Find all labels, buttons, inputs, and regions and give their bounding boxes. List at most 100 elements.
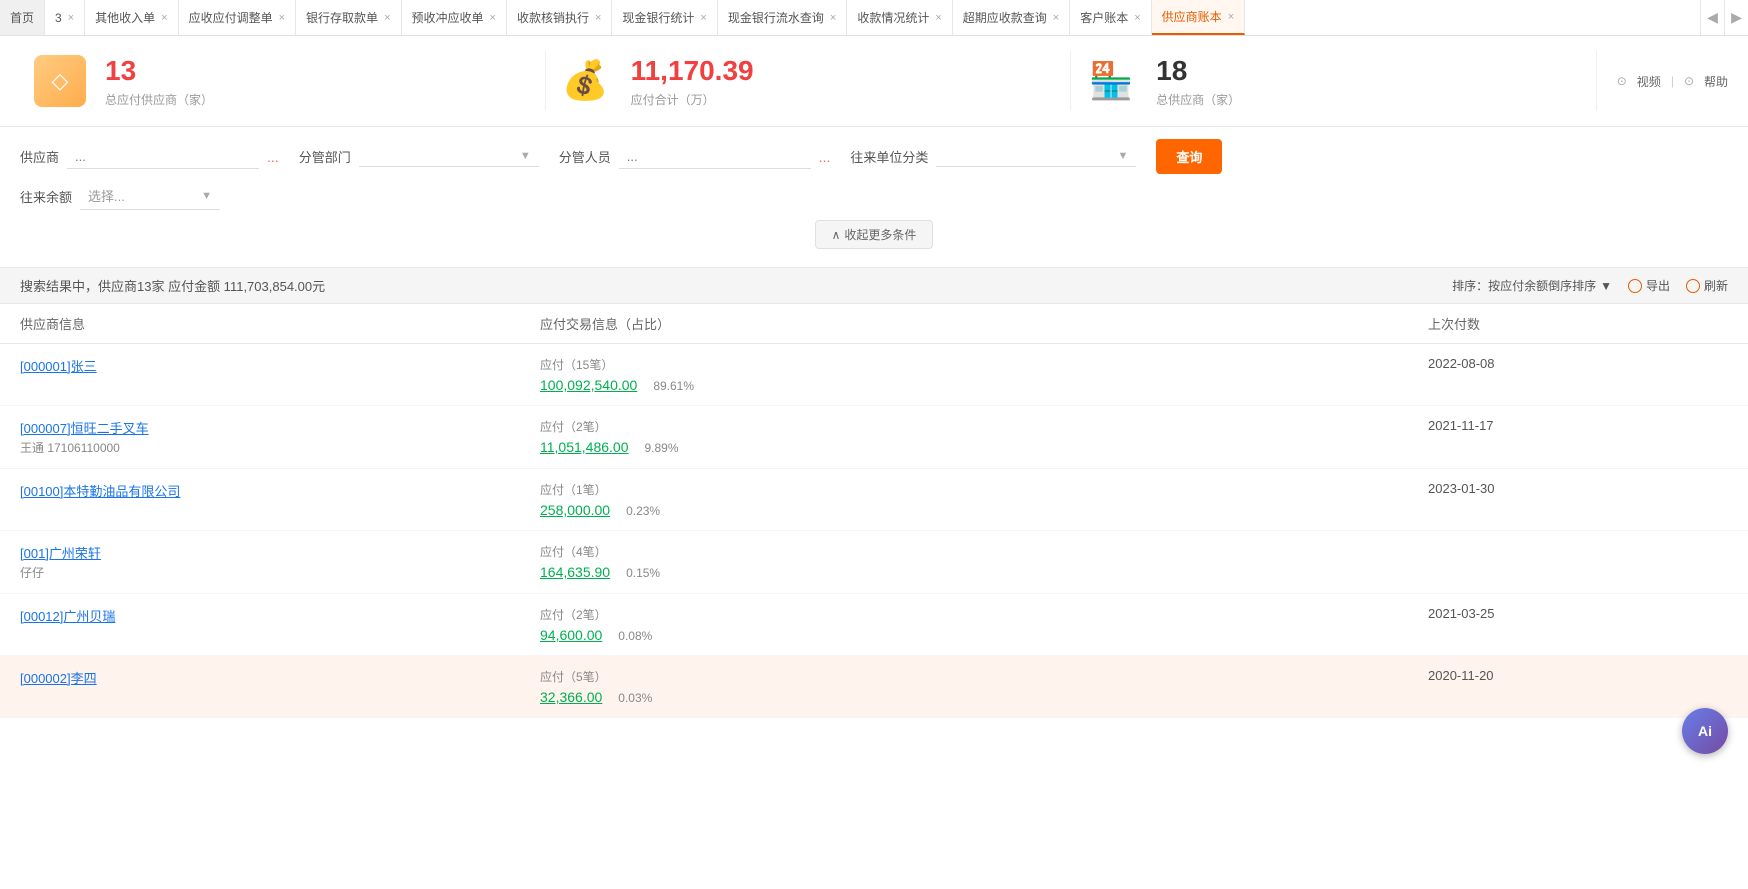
filter-balance: 往来余额 选择... ▼ (20, 182, 220, 210)
nav-cash-bank-flow[interactable]: 现金银行流水查询 × (718, 0, 847, 35)
nav-customer-ledger[interactable]: 客户账本 × (1070, 0, 1151, 35)
person-filter-label: 分管人员 (559, 147, 611, 166)
nav-arrow-left[interactable]: ◀ (1700, 0, 1724, 36)
nav-supplier-ledger-close[interactable]: × (1228, 11, 1234, 23)
nav-overdue-ar[interactable]: 超期应收款查询 × (953, 0, 1070, 35)
nav-tab-3-close[interactable]: × (68, 12, 74, 24)
supplier-sub-2: 王通 17106110000 (20, 439, 540, 456)
supplier-link-1[interactable]: [000001]张三 (20, 359, 97, 374)
supplier-link-4[interactable]: [001]广州荣轩 (20, 546, 101, 561)
help-link[interactable]: 帮助 (1704, 73, 1728, 90)
nav-arrow-right[interactable]: ▶ (1724, 0, 1748, 36)
nav-bank-deposit-close[interactable]: × (384, 12, 390, 24)
total-suppliers-label: 总供应商（家） (1156, 91, 1566, 108)
dept-select-arrow-icon: ▼ (520, 150, 531, 162)
collapse-icon: ∧ (832, 228, 841, 242)
nav-other-income-close[interactable]: × (161, 12, 167, 24)
tx-amount-2[interactable]: 11,051,486.00 (540, 439, 629, 455)
nav-bank-deposit[interactable]: 银行存取款单 × (296, 0, 401, 35)
balance-select-text: 选择... (88, 186, 201, 205)
summary-card-total-suppliers: 🏪 18 总供应商（家） (1071, 51, 1597, 111)
video-link[interactable]: 视频 (1637, 73, 1661, 90)
nav-tab-3[interactable]: 3 × (45, 0, 85, 35)
nav-prepay-offset[interactable]: 预收冲应收单 × (402, 0, 507, 35)
lastpay-cell-2: 2021-11-17 (1428, 418, 1728, 433)
money-icon: 💰 (560, 55, 612, 107)
tx-label-4: 应付（4笔） (540, 543, 1428, 560)
nav-cash-bank-flow-close[interactable]: × (830, 12, 836, 24)
nav-supplier-ledger[interactable]: 供应商账本 × (1152, 0, 1245, 35)
supplier-cell-1: [000001]张三 (20, 356, 540, 375)
nav-customer-ledger-label: 客户账本 (1080, 9, 1128, 26)
transaction-cell-3: 应付（1笔） 258,000.00 0.23% (540, 481, 1428, 518)
nav-cash-bank-stat[interactable]: 现金银行统计 × (612, 0, 717, 35)
tx-amount-3[interactable]: 258,000.00 (540, 502, 610, 518)
supplier-filter-more[interactable]: ... (267, 149, 279, 165)
query-button[interactable]: 查询 (1156, 139, 1222, 174)
payable-suppliers-label: 总应付供应商（家） (105, 91, 515, 108)
top-right-links: ⊙ 视频 | ⊙ 帮助 (1597, 73, 1728, 90)
nav-ar-ap-adjust[interactable]: 应收应付调整单 × (179, 0, 296, 35)
nav-receipt-stat-close[interactable]: × (935, 12, 941, 24)
nav-receipt-verify-close[interactable]: × (595, 12, 601, 24)
dept-filter-label: 分管部门 (299, 147, 351, 166)
tx-percent-2: 9.89% (645, 441, 679, 455)
links-divider: | (1671, 74, 1674, 88)
supplier-cell-4: [001]广州荣轩 仔仔 (20, 543, 540, 581)
supplier-link-3[interactable]: [00100]本特勤油品有限公司 (20, 484, 180, 499)
filter-row-2: 往来余额 选择... ▼ (20, 182, 1728, 210)
help-icon: ⊙ (1684, 74, 1694, 88)
nav-overdue-ar-close[interactable]: × (1053, 12, 1059, 24)
person-filter-more[interactable]: ... (819, 149, 831, 165)
tx-amount-5[interactable]: 94,600.00 (540, 627, 602, 643)
refresh-button[interactable]: 刷新 (1686, 277, 1728, 294)
export-button[interactable]: 导出 (1628, 277, 1670, 294)
nav-receipt-verify[interactable]: 收款核销执行 × (507, 0, 612, 35)
tx-label-6: 应付（5笔） (540, 668, 1428, 685)
nav-customer-ledger-close[interactable]: × (1134, 12, 1140, 24)
lastpay-cell-3: 2023-01-30 (1428, 481, 1728, 496)
ai-button[interactable]: Ai (1682, 708, 1728, 754)
payable-suppliers-info: 13 总应付供应商（家） (105, 54, 515, 109)
table-row: [00100]本特勤油品有限公司 应付（1笔） 258,000.00 0.23%… (0, 469, 1748, 531)
supplier-link-2[interactable]: [000007]恒旺二手叉车 (20, 421, 149, 436)
ai-label: Ai (1698, 723, 1712, 739)
nav-cash-bank-stat-label: 现金银行统计 (622, 9, 694, 26)
person-filter-input[interactable] (619, 145, 811, 169)
nav-ar-ap-adjust-close[interactable]: × (279, 12, 285, 24)
tx-percent-3: 0.23% (626, 504, 660, 518)
nav-ar-ap-adjust-label: 应收应付调整单 (189, 9, 273, 26)
sort-button[interactable]: 排序：按应付余额倒序排序 ▼ (1452, 277, 1612, 294)
nav-home[interactable]: 首页 (0, 0, 45, 35)
supplier-link-5[interactable]: [00012]广州贝瑞 (20, 609, 115, 624)
dept-filter-select[interactable]: ▼ (359, 146, 539, 167)
tx-amount-1[interactable]: 100,092,540.00 (540, 377, 637, 393)
filter-category: 往来单位分类 ▼ (850, 146, 1136, 167)
last-pay-date-1: 2022-08-08 (1428, 356, 1495, 371)
nav-cash-bank-stat-close[interactable]: × (700, 12, 706, 24)
supplier-link-6[interactable]: [000002]李四 (20, 671, 97, 686)
supplier-filter-label: 供应商 (20, 147, 59, 166)
supplier-cell-5: [00012]广州贝瑞 (20, 606, 540, 625)
tx-percent-1: 89.61% (653, 379, 694, 393)
filter-area: 供应商 ... 分管部门 ▼ 分管人员 ... 往来单位分类 ▼ 查询 往来 (0, 127, 1748, 268)
supplier-filter-input[interactable] (67, 145, 259, 169)
tx-amount-4[interactable]: 164,635.90 (540, 564, 610, 580)
header-lastpay: 上次付数 (1428, 314, 1728, 333)
nav-receipt-stat-label: 收款情况统计 (857, 9, 929, 26)
tx-amount-6[interactable]: 32,366.00 (540, 689, 602, 705)
total-payable-number: 11,170.39 (631, 54, 1041, 88)
balance-filter-select[interactable]: 选择... ▼ (80, 182, 220, 210)
filter-dept: 分管部门 ▼ (299, 146, 539, 167)
header-transaction: 应付交易信息（占比） (540, 314, 1428, 333)
nav-prepay-offset-close[interactable]: × (490, 12, 496, 24)
supplier-diamond-icon: ◇ (34, 55, 86, 107)
collapse-button[interactable]: ∧ 收起更多条件 (815, 220, 934, 249)
shop-icon: 🏪 (1085, 55, 1137, 107)
payable-suppliers-icon: ◇ (30, 51, 90, 111)
transaction-cell-2: 应付（2笔） 11,051,486.00 9.89% (540, 418, 1428, 455)
nav-receipt-stat[interactable]: 收款情况统计 × (847, 0, 952, 35)
category-filter-select[interactable]: ▼ (936, 146, 1136, 167)
nav-supplier-ledger-label: 供应商账本 (1162, 8, 1222, 25)
nav-other-income[interactable]: 其他收入单 × (85, 0, 178, 35)
